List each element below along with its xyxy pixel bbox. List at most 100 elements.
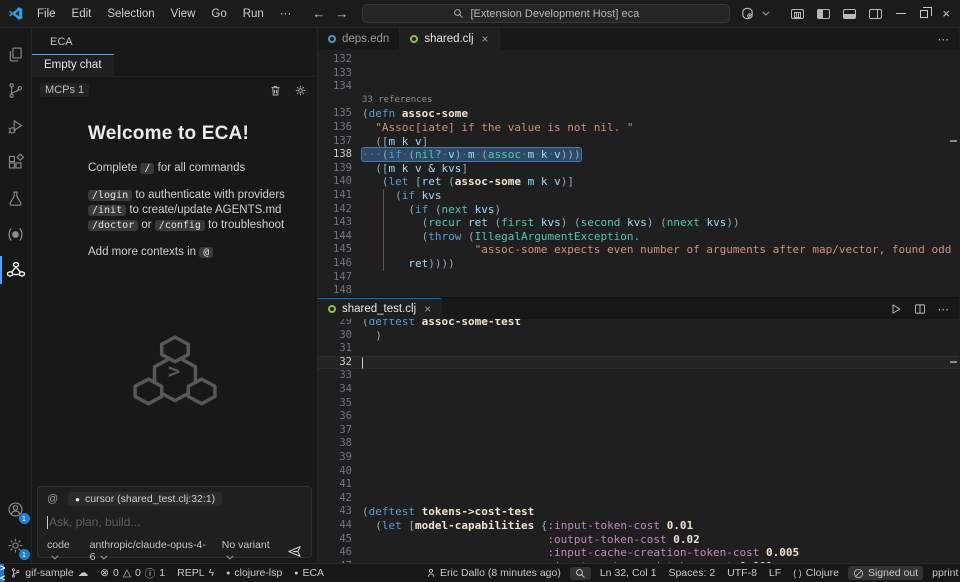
model-select[interactable]: anthropic/claude-opus-4-6 — [90, 539, 208, 563]
line-number[interactable]: 143 — [318, 216, 352, 230]
menu-view[interactable]: View — [164, 5, 203, 23]
line-number[interactable]: 35 — [318, 397, 352, 411]
line-number[interactable]: 36 — [318, 410, 352, 424]
code-line[interactable]: 139 ([m k v & kvs] — [318, 162, 959, 176]
line-number[interactable]: 44 — [318, 519, 352, 533]
menu-go[interactable]: Go — [204, 5, 233, 23]
line-number[interactable]: 37 — [318, 424, 352, 438]
line-number[interactable]: 133 — [318, 67, 352, 81]
close-button[interactable]: × — [942, 6, 950, 21]
close-tab-icon[interactable]: × — [482, 32, 489, 46]
editor-more-actions-icon[interactable]: ⋯ — [938, 302, 950, 316]
line-number[interactable]: 148 — [318, 284, 352, 297]
code-line[interactable]: 44 (let [model-capabilities {:input-toke… — [318, 519, 959, 533]
line-number[interactable]: 30 — [318, 329, 352, 343]
menu-more[interactable]: ··· — [273, 5, 299, 23]
menu-run[interactable]: Run — [236, 5, 271, 23]
toggle-sidebar-icon[interactable] — [817, 8, 831, 19]
cursor-position-item[interactable]: Ln 32, Col 1 — [594, 567, 663, 579]
code-line[interactable]: 142 (if (next kvs) — [318, 203, 959, 217]
line-number[interactable]: 142 — [318, 203, 352, 217]
codelens-references[interactable]: 33 references — [318, 94, 959, 108]
run-debug-icon[interactable] — [0, 108, 32, 144]
repl-item[interactable]: REPL ϟ — [171, 567, 220, 579]
trash-icon[interactable] — [269, 84, 282, 97]
tab-shared-clj[interactable]: shared.clj × — [400, 28, 500, 50]
code-line[interactable]: 143 (recur ret (first kvs) (second kvs) … — [318, 216, 959, 230]
code-line[interactable]: 133 — [318, 67, 959, 81]
chat-input[interactable]: Ask, plan, build... — [47, 514, 302, 530]
settings-gear-icon[interactable]: 1 — [0, 527, 32, 563]
code-line[interactable]: 40 — [318, 465, 959, 479]
code-line[interactable]: 144 (throw (IllegalArgumentException. — [318, 230, 959, 244]
code-line[interactable]: 33 — [318, 369, 959, 383]
command-center-search[interactable]: [Extension Development Host] eca — [362, 4, 731, 23]
clojure-lsp-item[interactable]: ● clojure-lsp — [220, 567, 288, 579]
code-line[interactable]: 31 — [318, 342, 959, 356]
line-number[interactable]: 46 — [318, 546, 352, 560]
encoding-item[interactable]: UTF-8 — [721, 567, 763, 579]
code-line[interactable]: 38 — [318, 437, 959, 451]
indentation-item[interactable]: Spaces: 2 — [662, 567, 721, 579]
code-line[interactable]: 132 — [318, 53, 959, 67]
customize-layout-icon[interactable] — [791, 8, 805, 19]
line-number[interactable]: 29 — [318, 319, 352, 329]
git-blame-item[interactable]: Eric Dallo (8 minutes ago) — [420, 567, 567, 579]
extensions-icon[interactable] — [0, 144, 32, 180]
add-context-button[interactable]: @ — [47, 493, 58, 505]
line-number[interactable]: 43 — [318, 505, 352, 519]
line-number[interactable]: 33 — [318, 369, 352, 383]
source-control-icon[interactable] — [0, 72, 32, 108]
code-line[interactable]: 34 — [318, 383, 959, 397]
code-line[interactable]: 136 "Assoc[iate] if the value is not nil… — [318, 121, 959, 135]
line-number[interactable]: 134 — [318, 80, 352, 94]
language-item[interactable]: ( ) Clojure — [787, 567, 845, 579]
code-line[interactable]: 32 — [318, 355, 959, 370]
code-line[interactable]: 47 :input-cache-read-token-cost 0.001 — [318, 560, 959, 563]
line-number[interactable]: 34 — [318, 383, 352, 397]
code-line[interactable]: 42 — [318, 492, 959, 506]
run-tests-icon[interactable] — [890, 303, 902, 315]
gear-icon[interactable] — [294, 84, 307, 97]
menu-file[interactable]: File — [30, 5, 63, 23]
tab-empty-chat[interactable]: Empty chat — [32, 54, 114, 76]
code-line[interactable]: 138 ···(if·(nil?·v)·m·(assoc·m·k·v))) — [318, 147, 959, 163]
restore-button[interactable] — [920, 6, 933, 18]
send-button[interactable] — [287, 545, 302, 558]
back-icon[interactable]: ← — [312, 6, 325, 21]
code-line[interactable]: 134 — [318, 80, 959, 94]
calva-repl-icon[interactable] — [0, 216, 32, 252]
line-number[interactable]: 137 — [318, 135, 352, 149]
mcps-badge[interactable]: MCPs 1 — [40, 83, 90, 97]
editor-shared-clj[interactable]: 132 133 134 33 references 135 (defn assoc-som… — [318, 50, 959, 297]
line-number[interactable]: 32 — [318, 356, 352, 370]
pprint-item[interactable]: pprint — [926, 567, 960, 579]
signed-out-item[interactable]: Signed out — [847, 566, 924, 580]
line-number[interactable]: 135 — [318, 107, 352, 121]
code-line[interactable]: 30 ) — [318, 329, 959, 343]
code-line[interactable]: 41 — [318, 478, 959, 492]
line-number[interactable]: 146 — [318, 257, 352, 271]
line-number[interactable]: 136 — [318, 121, 352, 135]
line-number[interactable]: 138 — [318, 148, 352, 162]
code-line[interactable]: 141 (if kvs — [318, 189, 959, 203]
line-number[interactable]: 47 — [318, 560, 352, 563]
close-tab-icon[interactable]: × — [424, 302, 431, 316]
line-number[interactable]: 147 — [318, 271, 352, 285]
line-number[interactable]: 31 — [318, 342, 352, 356]
code-line[interactable]: 39 — [318, 451, 959, 465]
code-line[interactable]: 135 (defn assoc-some — [318, 107, 959, 121]
eca-icon[interactable] — [0, 252, 32, 288]
editor-more-actions-icon[interactable]: ⋯ — [938, 32, 950, 46]
line-number[interactable]: 41 — [318, 478, 352, 492]
menu-edit[interactable]: Edit — [65, 5, 99, 23]
toggle-panel-icon[interactable] — [843, 8, 857, 19]
tab-deps-edn[interactable]: deps.edn — [318, 28, 401, 50]
code-line[interactable]: 140 (let [ret (assoc-some m k v)] — [318, 175, 959, 189]
account-icon[interactable]: 1 — [0, 491, 32, 527]
tab-shared-test-clj[interactable]: shared_test.clj × — [318, 298, 443, 319]
line-number[interactable]: 139 — [318, 162, 352, 176]
line-number[interactable]: 144 — [318, 230, 352, 244]
line-number[interactable]: 38 — [318, 437, 352, 451]
line-number[interactable]: 140 — [318, 175, 352, 189]
